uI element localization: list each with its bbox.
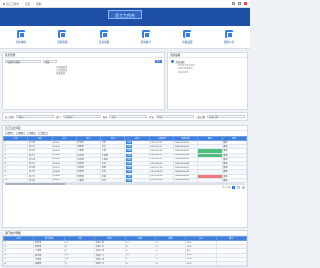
delete-button[interactable]: 删除: [27, 131, 37, 136]
chart-icon: [141, 30, 150, 39]
table-cell: 9: [124, 260, 156, 267]
search-dept-select[interactable]: 全部部门: [62, 114, 101, 119]
status-badge: 在职: [126, 145, 133, 149]
quick-actions: 待办事项 流程审批 信息填报 查询统计 系统设置 通知公告: [0, 26, 250, 49]
search-label: 状态: [149, 115, 154, 119]
table-cell: 6: [2, 260, 35, 267]
app-icon: [3, 2, 5, 5]
search-label: 部门: [56, 115, 61, 119]
export-button[interactable]: 导出: [38, 131, 48, 136]
table-cell: 10: [2, 177, 29, 183]
titlebar-item-1[interactable]: 员工工作台: [3, 2, 19, 6]
table-cell: 在职: [124, 177, 150, 183]
table-cell: 2023-10-30: [148, 177, 175, 183]
titlebar-item-2[interactable]: 首页: [25, 2, 30, 6]
search-label: 岗位: [102, 115, 108, 119]
maximize-icon[interactable]: [238, 2, 241, 5]
quick-action-chart[interactable]: 查询统计: [131, 30, 161, 44]
search-date-input[interactable]: 选择日期: [207, 114, 245, 119]
pagination: 共 10 条 1 2 3: [3, 185, 247, 190]
task-tree: · 待处理任务 · 已完成任务 · 我发起的: [3, 65, 164, 76]
table-cell: 13800000010: [173, 177, 199, 183]
quick-action-form[interactable]: 信息填报: [89, 30, 119, 44]
quick-action-label: 待办事项: [15, 40, 27, 44]
message-panel: 消息提醒 系统通知 您有新的待办任务 流程已审批通过 请及时处理: [167, 52, 248, 110]
table-row[interactable]: 10 员工癸 E0010 人事部 专员 在职 2023-10-30 13800000010 查看: [2, 177, 248, 183]
table-cell: 查看: [221, 177, 248, 183]
title-bar: 员工工作台 首页 帮助: [0, 0, 250, 8]
table-cell: [215, 260, 248, 267]
page-title: 员工工作台: [108, 10, 142, 19]
titlebar-item-3[interactable]: 帮助: [36, 2, 41, 6]
employee-table: 序号 姓名 工号 部门 岗位 状态 入职日期 联系电话 备注 操作 1 员工甲 E0001 综合部 专员在…: [2, 136, 248, 183]
todo-icon: [16, 30, 25, 39]
search-bar: 员工姓名 请输入 部门 全部部门 岗位 全部 状态 全部 入职日期 选择日期: [2, 112, 248, 121]
quick-action-label: 信息填报: [98, 40, 110, 44]
message-item[interactable]: 系统通知: [168, 58, 247, 65]
quick-action-todo[interactable]: 待办事项: [6, 30, 36, 44]
message-sub: 请及时处理: [178, 71, 189, 74]
task-query-button[interactable]: 查询: [154, 59, 162, 64]
edit-button[interactable]: 编辑: [16, 131, 26, 136]
approve-icon: [58, 30, 67, 39]
pager-summary: 共 10 条: [222, 186, 231, 189]
notice-icon: [225, 30, 234, 39]
search-name-input[interactable]: 请输入: [16, 114, 55, 119]
message-title: 系统通知: [175, 60, 185, 64]
quick-action-approve[interactable]: 流程审批: [47, 30, 77, 44]
task-status-select[interactable]: 全部: [43, 59, 57, 63]
quick-action-label: 系统设置: [182, 40, 193, 44]
status-badge: 在职: [126, 162, 133, 166]
status-badge: 在职: [126, 179, 133, 182]
status-badge: 在职: [126, 149, 133, 153]
quick-action-label: 通知公告: [223, 40, 235, 44]
task-tree-item[interactable]: · 我发起的: [55, 72, 162, 75]
table-cell: 员工癸: [27, 177, 53, 183]
table-row[interactable]: 6 后勤部 9 负责人己 9 0 12%: [2, 260, 248, 267]
settings-icon: [183, 30, 192, 39]
dept-table: 序号 部门名称 人数 负责人 在职 离职 占比 备注 1 综合部 12 负责人甲 11 1 15% 2 财务部…: [2, 236, 248, 267]
status-badge: 在职: [126, 175, 133, 178]
header-banner: 员工工作台: [0, 8, 250, 26]
table-cell: [197, 177, 223, 183]
titlebar-label: 员工工作台: [6, 2, 19, 6]
table-cell: 后勤部: [33, 260, 65, 267]
form-icon: [100, 30, 109, 39]
task-panel: 任务管理 全部任务类型 全部 查询 · 待处理任务 · 已完成任务 · 我发起的: [2, 52, 165, 110]
quick-action-settings[interactable]: 系统设置: [172, 30, 202, 44]
table-cell: 9: [63, 260, 96, 267]
status-badge: 在职: [126, 141, 133, 145]
workbench-page: 员工工作台 首页 帮助 员工工作台 待办事项 流程审批 信息填报 查询统计 系统…: [0, 0, 250, 268]
search-post-select[interactable]: 全部: [109, 114, 148, 119]
dept-table-panel: 部门统计明细 序号 部门名称 人数 负责人 在职 离职 占比 备注 1 综合部 12 负责人甲 11 1…: [2, 230, 248, 267]
bell-icon: [171, 60, 174, 63]
table-cell: 专员: [100, 177, 126, 183]
status-badge: 在职: [126, 170, 133, 174]
table-cell: 12%: [185, 260, 217, 267]
page-button[interactable]: 1: [231, 185, 236, 190]
status-badge: 在职: [126, 158, 133, 161]
table-cell: 人事部: [75, 177, 102, 183]
add-button[interactable]: 新增: [5, 131, 15, 136]
page-button[interactable]: 3: [241, 185, 245, 190]
search-label: 入职日期: [195, 115, 206, 119]
table-cell: E0010: [51, 177, 77, 183]
status-badge: 在职: [126, 166, 133, 170]
quick-action-notice[interactable]: 通知公告: [214, 30, 244, 44]
close-icon[interactable]: [244, 2, 247, 5]
page-button[interactable]: 2: [236, 185, 241, 190]
quick-action-label: 查询统计: [140, 40, 151, 44]
titlebar-label: 帮助: [36, 2, 42, 6]
table-cell: 0: [154, 260, 187, 267]
quick-action-label: 流程审批: [57, 40, 68, 44]
minimize-icon[interactable]: [232, 2, 235, 5]
status-badge: 在职: [126, 154, 133, 157]
employee-table-panel: 员工信息列表 新增 编辑 删除 导出 序号 姓名 工号 部门 岗位 状态 入职日期 联系电话备…: [2, 125, 248, 228]
table-cell: 负责人己: [94, 260, 126, 267]
task-type-select[interactable]: 全部任务类型: [5, 59, 41, 63]
search-label: 员工姓名: [5, 115, 15, 119]
titlebar-label: 首页: [24, 2, 31, 6]
search-status-select[interactable]: 全部: [155, 114, 194, 119]
